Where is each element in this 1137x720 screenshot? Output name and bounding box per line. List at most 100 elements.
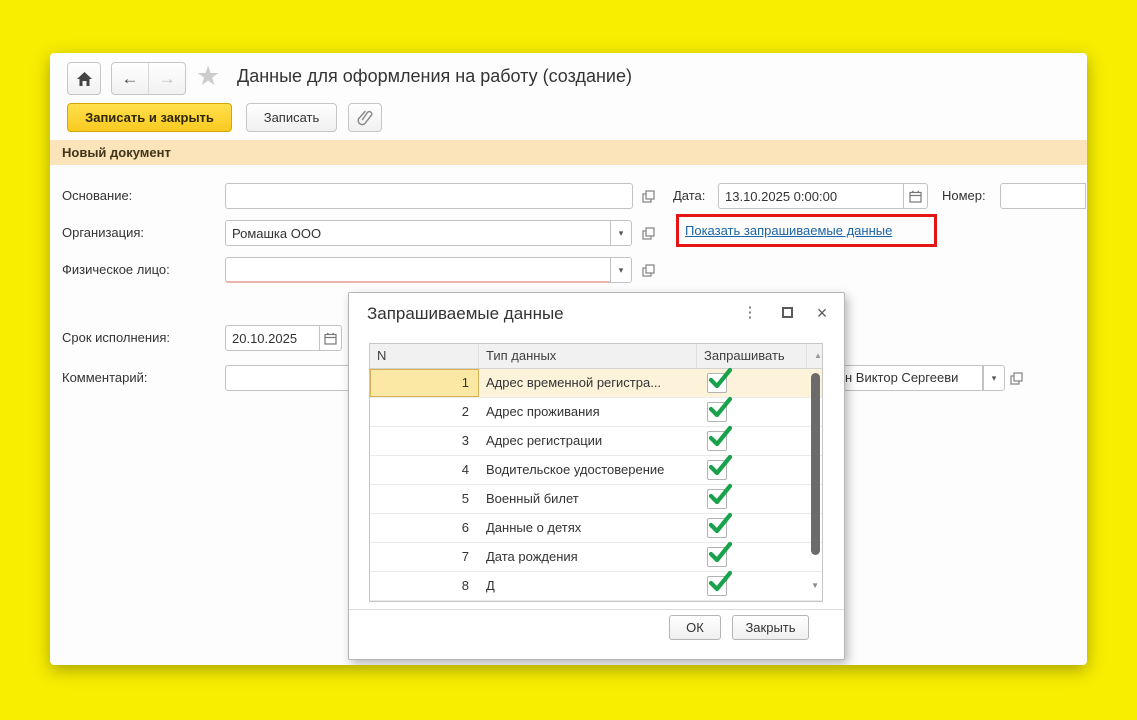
row-number: 7 xyxy=(461,549,469,564)
date-input[interactable] xyxy=(718,183,928,209)
kebab-icon: ⋮ xyxy=(742,304,758,321)
scroll-down-button[interactable]: ▼ xyxy=(811,581,819,590)
responsible-field: н Виктор Сергееви ▾ xyxy=(845,365,1027,391)
favorite-star-icon[interactable]: ★ xyxy=(196,61,220,92)
requested-data-table: N Тип данных Запрашивать ▲ 1 Адрес време… xyxy=(369,343,823,602)
due-date-calendar-button[interactable] xyxy=(319,326,341,350)
due-date-field xyxy=(225,325,342,351)
checkbox-checked-icon[interactable] xyxy=(707,570,733,596)
row-label: Данные о детях xyxy=(486,520,582,535)
home-button[interactable] xyxy=(67,62,101,95)
column-header-request[interactable]: Запрашивать xyxy=(697,344,807,368)
person-open-button[interactable] xyxy=(637,257,659,283)
osnovanie-label: Основание: xyxy=(62,188,133,203)
scrollbar-thumb[interactable] xyxy=(811,373,820,555)
attachments-button[interactable] xyxy=(348,103,382,132)
date-field xyxy=(718,183,928,209)
table-header-row: N Тип данных Запрашивать ▲ xyxy=(370,344,822,369)
forward-icon: → xyxy=(158,68,176,88)
row-label: Адрес регистрации xyxy=(486,433,603,448)
screenshot-canvas: { "colors": { "background_yellow": "#f7e… xyxy=(0,0,1137,720)
scroll-down-icon: ▼ xyxy=(811,581,819,590)
row-number: 5 xyxy=(461,491,469,506)
new-document-banner: Новый документ xyxy=(50,140,1087,165)
organization-label: Организация: xyxy=(62,225,145,240)
maximize-icon xyxy=(781,307,793,318)
chevron-down-icon: ▾ xyxy=(618,227,624,238)
person-dropdown-button[interactable]: ▾ xyxy=(610,257,632,283)
open-in-window-icon xyxy=(1009,371,1023,385)
checkbox-checked-icon[interactable] xyxy=(707,541,733,567)
person-label: Физическое лицо: xyxy=(62,262,170,277)
responsible-dropdown-button[interactable]: ▾ xyxy=(983,365,1005,391)
organization-field: ▾ xyxy=(225,220,632,246)
date-calendar-button[interactable] xyxy=(903,184,927,208)
checkbox-checked-icon[interactable] xyxy=(707,367,733,393)
organization-open-button[interactable] xyxy=(637,220,659,246)
red-annotation-box: Показать запрашиваемые данные xyxy=(676,214,937,247)
save-and-close-button[interactable]: Записать и закрыть xyxy=(67,103,232,132)
row-label: Адрес проживания xyxy=(486,404,600,419)
osnovanie-open-button[interactable] xyxy=(637,183,659,209)
osnovanie-input[interactable] xyxy=(225,183,633,209)
checkbox-checked-icon[interactable] xyxy=(707,483,733,509)
requested-data-dialog: Запрашиваемые данные ⋮ × N Тип данных За… xyxy=(348,292,845,660)
dialog-maximize-button[interactable] xyxy=(776,303,798,323)
row-label: Дата рождения xyxy=(486,549,578,564)
responsible-open-button[interactable] xyxy=(1005,365,1027,391)
table-row[interactable]: 3 Адрес регистрации xyxy=(370,425,822,456)
app-window: ← → ★ Данные для оформления на работу (с… xyxy=(50,53,1087,665)
show-requested-data-link[interactable]: Показать запрашиваемые данные xyxy=(685,223,892,238)
back-icon: ← xyxy=(121,68,139,88)
table-row[interactable]: 2 Адрес проживания xyxy=(370,396,822,427)
open-in-window-icon xyxy=(641,189,655,203)
column-header-type[interactable]: Тип данных xyxy=(479,344,697,368)
person-field: ▾ xyxy=(225,257,632,283)
open-in-window-icon xyxy=(641,226,655,240)
checkbox-checked-icon[interactable] xyxy=(707,425,733,451)
table-row[interactable]: 5 Военный билет xyxy=(370,483,822,514)
paperclip-icon xyxy=(357,110,373,126)
row-number: 4 xyxy=(461,462,469,477)
due-date-label: Срок исполнения: xyxy=(62,330,170,345)
checkbox-checked-icon[interactable] xyxy=(707,512,733,538)
close-button[interactable]: Закрыть xyxy=(732,615,809,640)
back-button[interactable]: ← xyxy=(112,63,149,94)
dialog-menu-button[interactable]: ⋮ xyxy=(739,303,761,321)
save-button[interactable]: Записать xyxy=(246,103,337,132)
forward-button[interactable]: → xyxy=(149,63,185,94)
row-number: 1 xyxy=(370,369,479,397)
table-row[interactable]: 1 Адрес временной регистра... xyxy=(370,367,822,398)
row-number: 2 xyxy=(461,404,469,419)
scroll-up-button[interactable]: ▲ xyxy=(807,344,822,368)
table-row[interactable]: 7 Дата рождения xyxy=(370,541,822,572)
date-label: Дата: xyxy=(673,188,706,203)
dialog-footer: ОК Закрыть xyxy=(349,609,844,660)
table-row[interactable]: 8 Д xyxy=(370,570,822,601)
open-in-window-icon xyxy=(641,263,655,277)
scroll-up-icon: ▲ xyxy=(814,351,822,360)
number-input[interactable] xyxy=(1000,183,1086,209)
row-number: 6 xyxy=(461,520,469,535)
checkbox-checked-icon[interactable] xyxy=(707,396,733,422)
table-row[interactable]: 4 Водительское удостоверение xyxy=(370,454,822,485)
table-row[interactable]: 6 Данные о детях xyxy=(370,512,822,543)
row-number: 3 xyxy=(461,433,469,448)
row-number: 8 xyxy=(461,578,469,593)
dialog-title: Запрашиваемые данные xyxy=(367,304,564,323)
column-header-n[interactable]: N xyxy=(370,344,479,368)
chevron-down-icon: ▾ xyxy=(618,264,624,275)
row-label: Адрес временной регистра... xyxy=(486,375,662,390)
page-title: Данные для оформления на работу (создани… xyxy=(237,66,632,86)
home-icon xyxy=(76,71,92,86)
responsible-value[interactable]: н Виктор Сергееви xyxy=(845,365,983,391)
checkbox-checked-icon[interactable] xyxy=(707,454,733,480)
comment-label: Комментарий: xyxy=(62,370,148,385)
organization-dropdown-button[interactable]: ▾ xyxy=(610,220,632,246)
organization-input[interactable] xyxy=(225,220,610,246)
ok-button[interactable]: ОК xyxy=(669,615,721,640)
dialog-close-button[interactable]: × xyxy=(811,303,833,324)
person-input[interactable] xyxy=(225,257,610,283)
history-nav: ← → xyxy=(111,62,186,95)
row-label: Д xyxy=(486,578,495,593)
